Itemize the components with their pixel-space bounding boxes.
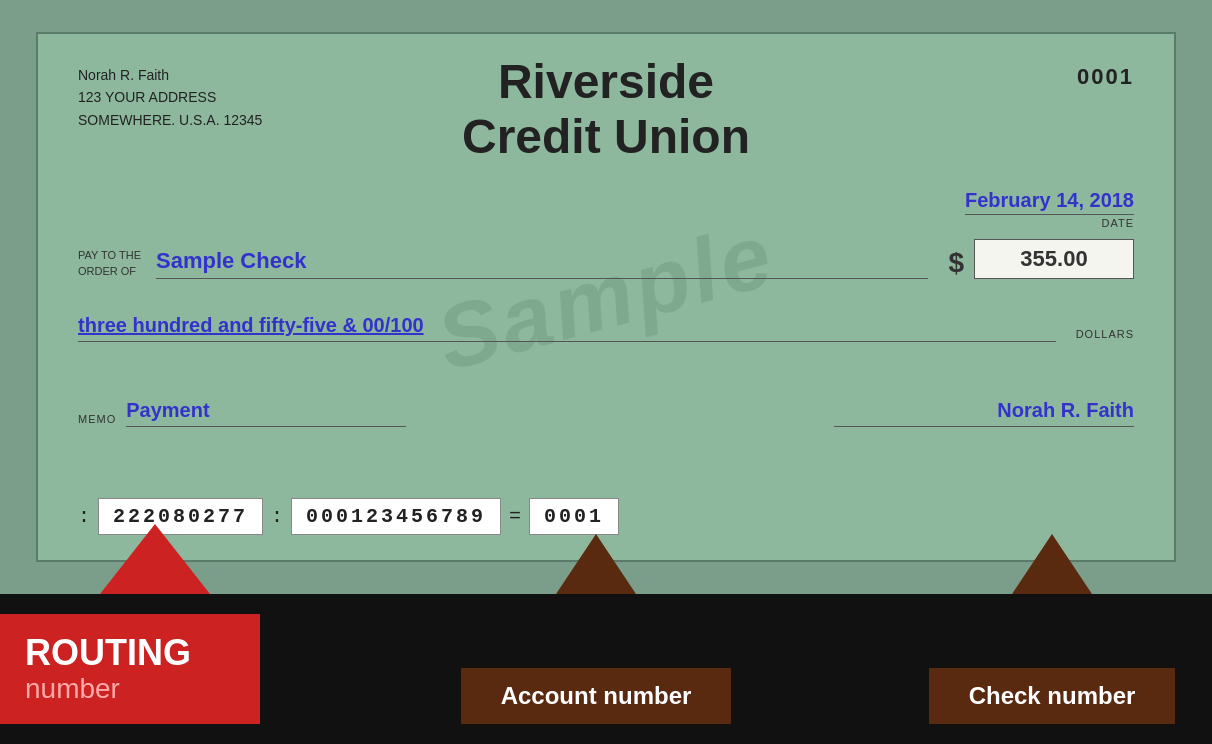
- account-holder-address2: SOMEWHERE. U.S.A. 12345: [78, 109, 262, 131]
- signature-line: Norah R. Faith: [834, 399, 1134, 427]
- routing-label-bottom: number: [25, 673, 260, 705]
- routing-arrow: [100, 524, 210, 594]
- account-arrow: [556, 534, 636, 594]
- date-area: February 14, 2018 DATE: [965, 189, 1134, 229]
- pay-to-label: PAY TO THEORDER OF: [78, 248, 141, 279]
- check-num-label-box: Check number: [929, 668, 1176, 724]
- memo-line: Payment: [126, 399, 406, 427]
- check-num-arrow: [1012, 534, 1092, 594]
- account-holder-name: Norah R. Faith: [78, 64, 262, 86]
- routing-label-box: ROUTING number: [0, 614, 260, 724]
- watermark: Sample: [426, 203, 785, 392]
- check-num-section: Check number: [892, 594, 1212, 744]
- pay-to-section: PAY TO THEORDER OF Sample Check $ 355.00: [78, 239, 1134, 279]
- account-label-box: Account number: [461, 668, 732, 724]
- pay-to-line: Sample Check: [156, 248, 928, 279]
- written-amount-line: three hundred and fifty-five & 00/100: [78, 314, 1056, 342]
- dollar-sign: $: [948, 247, 964, 279]
- written-amount-section: three hundred and fifty-five & 00/100 DO…: [78, 314, 1134, 342]
- micr-open-sym: :: [78, 505, 90, 528]
- routing-label-top: ROUTING: [25, 633, 260, 673]
- memo-value: Payment: [126, 399, 209, 421]
- amount-box: 355.00: [974, 239, 1134, 279]
- account-section: Account number: [300, 594, 892, 744]
- signature-value: Norah R. Faith: [997, 399, 1134, 421]
- check-wrapper: Sample 0001 Norah R. Faith 123 YOUR ADDR…: [0, 0, 1212, 594]
- bank-name-line1: Riverside: [462, 54, 750, 109]
- date-label: DATE: [965, 217, 1134, 229]
- pay-to-name: Sample Check: [156, 248, 306, 273]
- account-holder: Norah R. Faith 123 YOUR ADDRESS SOMEWHER…: [78, 64, 262, 131]
- account-holder-address1: 123 YOUR ADDRESS: [78, 86, 262, 108]
- check-number-top: 0001: [1077, 64, 1134, 90]
- dollars-label: DOLLARS: [1076, 328, 1134, 340]
- micr-dash-sym: =: [509, 505, 521, 528]
- bank-name: Riverside Credit Union: [462, 54, 750, 164]
- micr-close-sym: :: [271, 505, 283, 528]
- micr-section: : 222080277 : 000123456789 = 0001: [78, 498, 1134, 535]
- micr-check-num: 0001: [529, 498, 619, 535]
- memo-label: MEMO: [78, 413, 116, 425]
- bottom-bar: ROUTING number Account number Check numb…: [0, 594, 1212, 744]
- written-amount-text: three hundred and fifty-five & 00/100: [78, 314, 424, 336]
- memo-group: MEMO Payment: [78, 399, 406, 427]
- date-value: February 14, 2018: [965, 189, 1134, 215]
- micr-account: 000123456789: [291, 498, 501, 535]
- memo-section: MEMO Payment Norah R. Faith: [78, 399, 1134, 427]
- routing-section: ROUTING number: [0, 594, 300, 744]
- bank-name-line2: Credit Union: [462, 109, 750, 164]
- check: Sample 0001 Norah R. Faith 123 YOUR ADDR…: [36, 32, 1176, 562]
